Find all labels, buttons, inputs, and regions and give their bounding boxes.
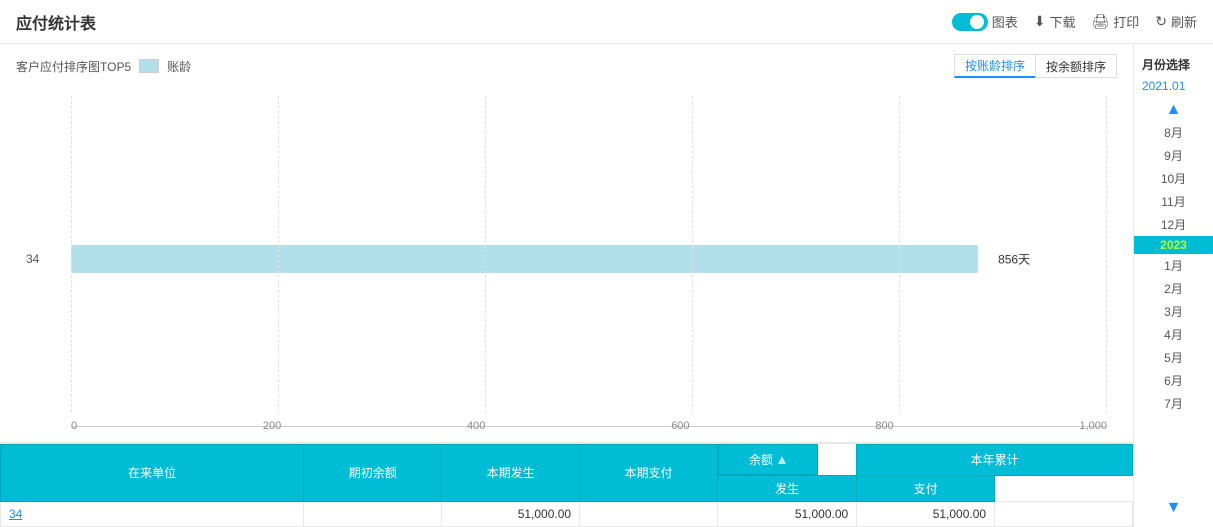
table-header-row1: 在来单位 期初余额 本期发生 本期支付 余额 本年	[1, 444, 1133, 476]
col-opening: 期初余额	[304, 444, 442, 502]
x-label-1000: 1,000	[1079, 420, 1107, 432]
print-action[interactable]: 🖨 打印	[1091, 12, 1139, 31]
cell-balance: 51,000.00	[717, 502, 856, 527]
scroll-up-btn[interactable]: ▲	[1134, 99, 1213, 121]
month-item-feb[interactable]: 2月	[1134, 277, 1213, 300]
legend-box	[139, 59, 159, 73]
page-title: 应付统计表	[16, 10, 96, 34]
download-action[interactable]: ⬇ 下载	[1034, 12, 1076, 31]
refresh-action[interactable]: ↻ 刷新	[1155, 12, 1197, 31]
col-ytd-occ: 发生	[717, 476, 856, 502]
download-icon: ⬇	[1034, 13, 1046, 30]
table-wrapper: 在来单位 期初余额 本期发生 本期支付 余额 本年	[0, 444, 1133, 527]
chart-toggle-action[interactable]: 图表	[952, 12, 1018, 31]
chart-bar-wrapper: 856天	[71, 245, 1057, 273]
download-label: 下载	[1049, 12, 1075, 31]
month-item-oct[interactable]: 10月	[1134, 167, 1213, 190]
col-balance: 余额	[718, 444, 818, 475]
month-item-nov[interactable]: 11月	[1134, 190, 1213, 213]
sidebar-header: 月份选择	[1134, 52, 1213, 77]
chart-x-labels: 0 200 400 600 800 1,000	[71, 420, 1107, 432]
chart-bar: 856天	[71, 245, 978, 273]
chart-label: 图表	[992, 12, 1018, 31]
year-label-2023: 2023	[1134, 236, 1213, 254]
cell-current-occ: 51,000.00	[442, 502, 580, 527]
cell-unit: 34	[1, 502, 304, 527]
chart-header: 客户应付排序图TOP5 账龄 按账龄排序 按余额排序	[16, 54, 1117, 78]
bar-end-label: 856天	[998, 250, 1030, 267]
print-label: 打印	[1113, 12, 1139, 31]
chart-legend: 客户应付排序图TOP5 账龄	[16, 58, 191, 75]
month-item-sep[interactable]: 9月	[1134, 144, 1213, 167]
balance-sort-icon	[777, 455, 787, 465]
chart-sort-buttons: 按账龄排序 按余额排序	[954, 54, 1117, 78]
unit-link[interactable]: 34	[9, 507, 22, 521]
month-item-aug[interactable]: 8月	[1134, 121, 1213, 144]
chart-legend-box-label: 账龄	[167, 58, 191, 75]
chart-section: 客户应付排序图TOP5 账龄 按账龄排序 按余额排序 34	[0, 44, 1133, 527]
chart-area: 客户应付排序图TOP5 账龄 按账龄排序 按余额排序 34	[0, 44, 1133, 442]
right-sidebar: 月份选择 2021.01 ▲ 8月 9月 10月 11月 12月 2023 1月…	[1133, 44, 1213, 527]
x-label-800: 800	[875, 420, 893, 432]
x-label-400: 400	[467, 420, 485, 432]
cell-ytd-occ: 51,000.00	[857, 502, 995, 527]
month-item-jun[interactable]: 6月	[1134, 369, 1213, 392]
x-label-600: 600	[671, 420, 689, 432]
table-section: 在来单位 期初余额 本期发生 本期支付 余额 本年	[0, 442, 1133, 527]
col-unit: 在来单位	[1, 444, 304, 502]
month-list: 8月 9月 10月 11月 12月 2023 1月 2月 3月 4月 5月 6月…	[1134, 121, 1213, 497]
month-item-apr[interactable]: 4月	[1134, 323, 1213, 346]
chart-toggle[interactable]	[952, 13, 988, 31]
col-ytd-pay: 支付	[857, 476, 995, 502]
print-icon: 🖨	[1091, 13, 1109, 30]
x-label-200: 200	[263, 420, 281, 432]
month-item-may[interactable]: 5月	[1134, 346, 1213, 369]
data-table: 在来单位 期初余额 本期发生 本期支付 余额 本年	[0, 444, 1133, 527]
x-label-0: 0	[71, 420, 77, 432]
col-current-occ: 本期发生	[442, 444, 580, 502]
cell-opening	[304, 502, 442, 527]
refresh-icon: ↻	[1155, 13, 1167, 30]
header-actions: 图表 ⬇ 下载 🖨 打印 ↻ 刷新	[952, 12, 1197, 31]
month-item-jan[interactable]: 1月	[1134, 254, 1213, 277]
col-ytd: 本年累计	[857, 444, 1133, 476]
app-header: 应付统计表 图表 ⬇ 下载 🖨 打印 ↻ 刷新	[0, 0, 1213, 44]
refresh-label: 刷新	[1171, 12, 1197, 31]
main-content: 客户应付排序图TOP5 账龄 按账龄排序 按余额排序 34	[0, 44, 1213, 527]
month-item-dec[interactable]: 12月	[1134, 213, 1213, 236]
chart-body: 34 856天 0 200 400 600 800	[16, 86, 1117, 432]
chart-y-label: 34	[26, 252, 39, 266]
sort-by-balance-btn[interactable]: 按账龄排序	[954, 54, 1035, 78]
month-item-mar[interactable]: 3月	[1134, 300, 1213, 323]
month-item-jul[interactable]: 7月	[1134, 392, 1213, 415]
sidebar-date[interactable]: 2021.01	[1134, 77, 1213, 95]
col-current-pay: 本期支付	[580, 444, 718, 502]
scroll-down-btn[interactable]: ▼	[1134, 497, 1213, 519]
sort-by-amount-btn[interactable]: 按余额排序	[1035, 54, 1117, 78]
cell-ytd-pay	[995, 502, 1133, 527]
cell-current-pay	[580, 502, 718, 527]
chart-legend-label: 客户应付排序图TOP5	[16, 58, 131, 75]
table-row: 34 51,000.00 51,000.00 51,000.00	[1, 502, 1133, 527]
